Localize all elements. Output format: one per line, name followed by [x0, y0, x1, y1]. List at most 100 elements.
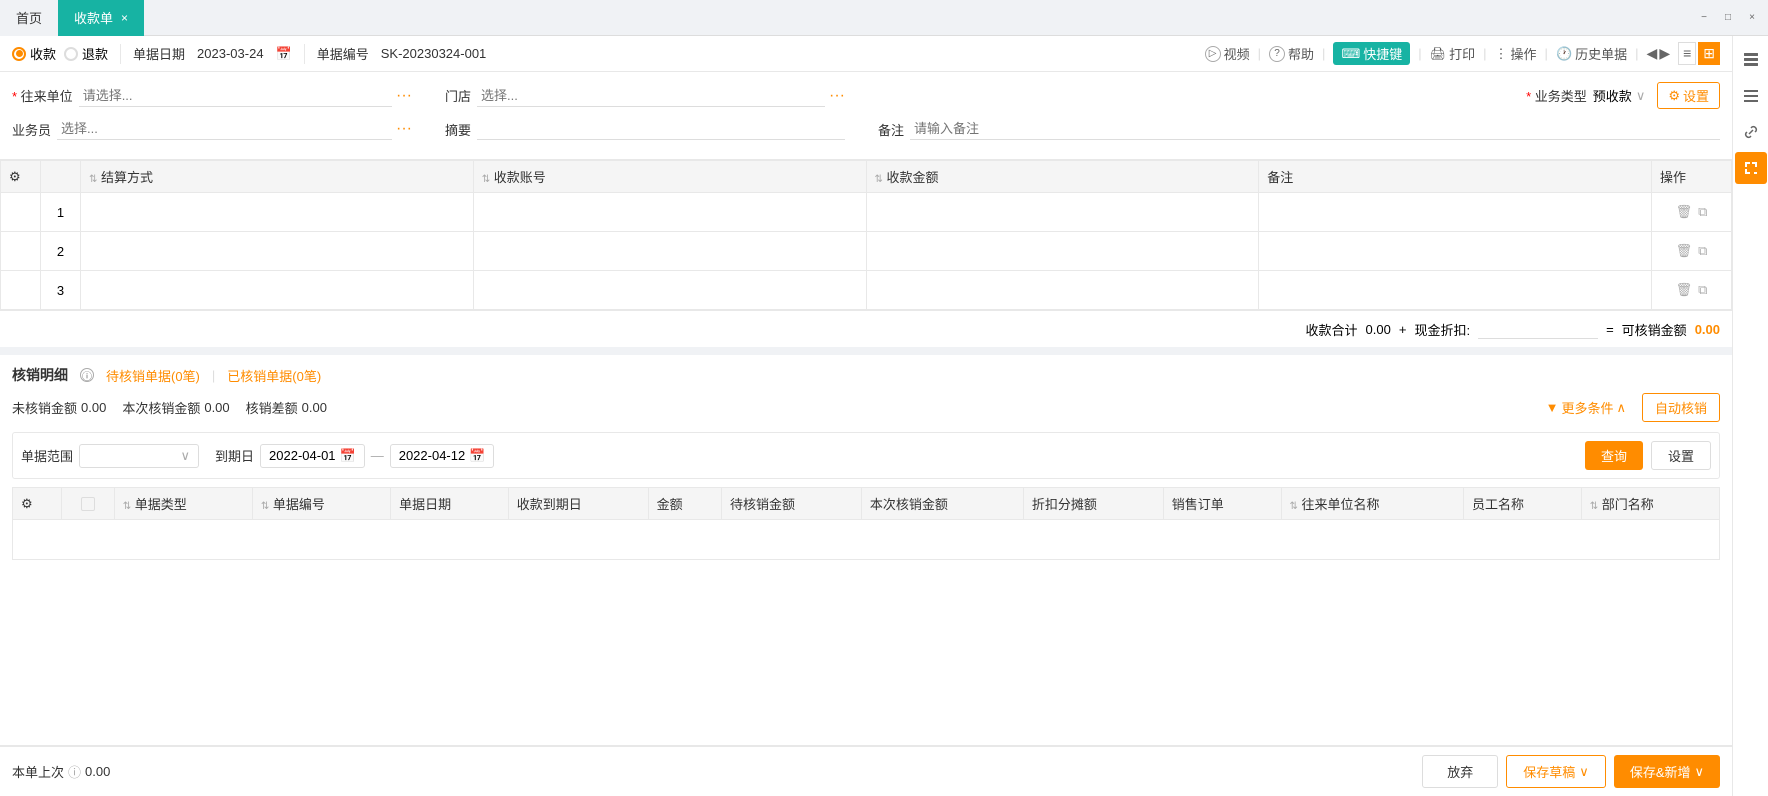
yewu-label: 业务类型	[1526, 86, 1587, 105]
row2-zhanghu[interactable]	[473, 232, 866, 271]
help-action[interactable]: ? 帮助	[1269, 44, 1314, 63]
tab-home[interactable]: 首页	[0, 0, 58, 36]
mendian-more-icon[interactable]: ···	[829, 88, 845, 104]
bottom-table-area: ⚙ ⇅ 单据类型 ⇅ 单据编号 单据日期 收款到期日 金额 待	[12, 487, 1720, 560]
row1-zhanghu-input[interactable]	[474, 193, 866, 231]
query-button[interactable]: 查询	[1585, 441, 1643, 470]
row3-jiesuan-input[interactable]	[81, 271, 473, 309]
row1-copy-icon[interactable]: ⧉	[1698, 204, 1707, 220]
row3-copy-icon[interactable]: ⧉	[1698, 282, 1707, 298]
caozuo-action[interactable]: ⋮ 操作	[1495, 44, 1537, 63]
row1-beizhu[interactable]	[1259, 193, 1652, 232]
row3-jiesuan[interactable]	[81, 271, 474, 310]
benci-value: 0.00	[204, 400, 229, 415]
row2-jiesuan[interactable]	[81, 232, 474, 271]
stat-wei: 未核销金额 0.00	[12, 398, 106, 417]
equals-sign: =	[1606, 322, 1614, 337]
row1-jiesuan-input[interactable]	[81, 193, 473, 231]
row2-beizhu[interactable]	[1259, 232, 1652, 271]
yewuyuan-input[interactable]	[57, 118, 392, 140]
heji-label: 收款合计	[1306, 320, 1358, 339]
radio-tuikuan-label: 退款	[82, 44, 108, 63]
tab-close-icon[interactable]: ×	[121, 11, 128, 25]
save-draft-button[interactable]: 保存草稿 ∨	[1506, 755, 1606, 788]
row2-jiesuan-input[interactable]	[81, 232, 473, 270]
col-setting-header[interactable]: ⚙	[1, 161, 41, 193]
print-action[interactable]: 🖨 打印	[1430, 44, 1476, 63]
sidebar-table-icon[interactable]	[1735, 44, 1767, 76]
view-list-button[interactable]: ≡	[1678, 42, 1696, 65]
row2-delete-icon[interactable]: 🗑	[1676, 243, 1693, 259]
radio-tuikuan[interactable]: 退款	[64, 44, 108, 63]
row2-zhanghu-input[interactable]	[474, 232, 866, 270]
auto-hexiao-button[interactable]: 自动核销	[1642, 393, 1720, 422]
row3-beizhu-input[interactable]	[1259, 271, 1651, 309]
save-new-arrow-icon[interactable]: ∨	[1694, 764, 1704, 780]
save-new-button[interactable]: 保存&新增 ∨	[1614, 755, 1720, 788]
video-action[interactable]: ▷ 视频	[1205, 44, 1250, 63]
save-draft-arrow-icon[interactable]: ∨	[1579, 764, 1589, 780]
mendian-label: 门店	[445, 86, 471, 105]
select-all-checkbox[interactable]	[81, 497, 95, 511]
sidebar-expand-icon[interactable]	[1735, 152, 1767, 184]
nav-left-icon[interactable]: ◀	[1647, 45, 1658, 62]
history-action[interactable]: 🕐 历史单据	[1556, 44, 1627, 63]
settings-button[interactable]: ⚙ 设置	[1657, 82, 1720, 109]
hexiao-title: 核销明细	[12, 365, 68, 385]
tab-done[interactable]: 已核销单据(0笔)	[227, 366, 321, 385]
more-conditions-button[interactable]: ▼ 更多条件 ∧	[1546, 398, 1626, 417]
zhejian-input[interactable]	[1478, 319, 1598, 339]
zhaiyao-input[interactable]	[477, 118, 845, 140]
sidebar-list-icon[interactable]	[1735, 80, 1767, 112]
row2-copy-icon[interactable]: ⧉	[1698, 243, 1707, 259]
bottom-stat-info-icon[interactable]: ⓘ	[68, 762, 81, 781]
row1-delete-icon[interactable]: 🗑	[1676, 204, 1693, 220]
window-close-button[interactable]: ×	[1744, 10, 1760, 26]
date-from-picker[interactable]: 2022-04-01 📅	[260, 444, 365, 468]
mendian-input[interactable]	[477, 85, 825, 107]
row1-jine[interactable]	[866, 193, 1259, 232]
row3-delete-icon[interactable]: 🗑	[1676, 282, 1693, 298]
sidebar-link-icon[interactable]	[1735, 116, 1767, 148]
row2-beizhu-input[interactable]	[1259, 232, 1651, 270]
abandon-button[interactable]: 放弃	[1422, 755, 1498, 788]
row3-zhanghu-input[interactable]	[474, 271, 866, 309]
window-minimize-button[interactable]: −	[1696, 10, 1712, 26]
wanglai-input[interactable]	[79, 85, 392, 107]
date-to-picker[interactable]: 2022-04-12 📅	[390, 444, 495, 468]
col-gear[interactable]: ⚙	[13, 488, 62, 520]
beizhu-label: 备注	[878, 120, 904, 139]
radio-shoukuan-circle	[12, 47, 26, 61]
row1-zhanghu[interactable]	[473, 193, 866, 232]
row1-beizhu-input[interactable]	[1259, 193, 1651, 231]
row1-jiesuan[interactable]	[81, 193, 474, 232]
wanglai-more-icon[interactable]: ···	[396, 88, 412, 104]
col-yuangong: 员工名称	[1464, 488, 1582, 520]
view-grid-button[interactable]: ⊞	[1698, 42, 1720, 65]
row3-jine[interactable]	[866, 271, 1259, 310]
row2-jine[interactable]	[866, 232, 1259, 271]
col-bumen: ⇅ 部门名称	[1581, 488, 1719, 520]
window-maximize-button[interactable]: □	[1720, 10, 1736, 26]
row3-zhanghu[interactable]	[473, 271, 866, 310]
radio-shoukuan[interactable]: 收款	[12, 44, 56, 63]
row3-jine-input[interactable]	[867, 271, 1259, 309]
nav-right-icon[interactable]: ▶	[1659, 45, 1670, 62]
calendar-icon[interactable]: 📅	[276, 46, 292, 62]
yewuyuan-more-icon[interactable]: ···	[396, 121, 412, 137]
zhaiyao-label: 摘要	[445, 120, 471, 139]
tab-active[interactable]: 收款单 ×	[58, 0, 144, 36]
row2-jine-input[interactable]	[867, 232, 1259, 270]
col-bencihexiao: 本次核销金额	[861, 488, 1023, 520]
row1-jine-input[interactable]	[867, 193, 1259, 231]
hexiao-info-icon[interactable]: ⓘ	[80, 368, 94, 382]
col-checkbox[interactable]	[61, 488, 114, 520]
tab-pending[interactable]: 待核销单据(0笔)	[106, 366, 200, 385]
beizhu-input[interactable]	[910, 118, 1720, 140]
yewuyuan-field: 业务员 ···	[12, 118, 412, 140]
yewu-dropdown-icon[interactable]: ∨	[1636, 88, 1646, 104]
fangwei-select[interactable]: ∨	[79, 444, 199, 468]
kuaijian-button[interactable]: ⌨ 快捷键	[1333, 42, 1410, 65]
filter-setting-button[interactable]: 设置	[1651, 441, 1711, 470]
row3-beizhu[interactable]	[1259, 271, 1652, 310]
